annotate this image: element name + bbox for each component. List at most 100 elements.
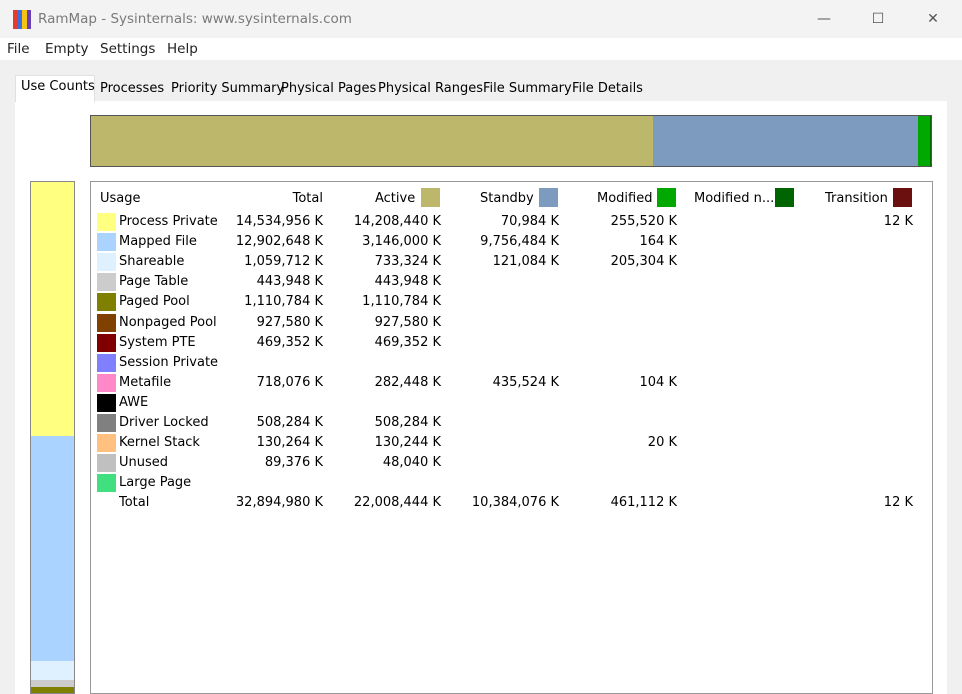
modified-color-swatch: [657, 188, 676, 207]
cell-transition: 12 K: [883, 214, 913, 229]
tab-physical-pages[interactable]: Physical Pages: [281, 81, 376, 96]
cell-active: 508,284 K: [374, 415, 441, 430]
cell-total: 927,580 K: [256, 314, 323, 330]
table-row[interactable]: Mapped File 12,902,648 K 3,146,000 K 9,756,…: [91, 232, 934, 252]
table-row[interactable]: Paged Pool 1,110,784 K 1,110,784 K: [91, 292, 934, 312]
usage-label: Metafile: [119, 374, 172, 390]
cell-total: 508,284 K: [256, 415, 323, 430]
usage-color-swatch: [97, 213, 116, 231]
active-color-swatch: [421, 188, 440, 207]
cell-active: 3,146,000 K: [362, 234, 441, 250]
usage-label: Mapped File: [119, 234, 197, 250]
menu-bar: File Empty Settings Help: [0, 38, 962, 60]
usage-color-swatch: [97, 313, 116, 332]
table-row[interactable]: Kernel Stack 130,264 K 130,244 K 20 K: [91, 433, 934, 453]
table-row[interactable]: Nonpaged Pool 927,580 K 927,580 K: [91, 313, 934, 333]
usage-color-swatch: [97, 454, 116, 473]
tab-use-counts[interactable]: Use Counts: [21, 79, 95, 94]
summary-segment-active: [91, 116, 653, 166]
tab-priority-summary[interactable]: Priority Summary: [171, 81, 284, 96]
summary-segment-standby: [652, 116, 919, 166]
cell-active: 14,208,440 K: [353, 214, 441, 229]
usage-color-swatch: [97, 353, 116, 372]
column-header-transition[interactable]: Transition: [825, 191, 888, 206]
usage-stacked-bar: [30, 181, 75, 694]
column-header-standby[interactable]: Standby: [480, 191, 534, 206]
rammap-window: RamMap - Sysinternals: www.sysinternals.…: [0, 0, 962, 694]
column-header-active[interactable]: Active: [375, 191, 415, 206]
cell-total: 89,376 K: [264, 455, 323, 471]
usage-label: Unused: [119, 455, 169, 471]
usage-color-swatch: [97, 293, 116, 312]
table-row[interactable]: Driver Locked 508,284 K 508,284 K: [91, 413, 934, 433]
cell-total: 1,110,784 K: [244, 294, 323, 310]
cell-standby: 121,084 K: [492, 254, 559, 270]
tab-file-summary[interactable]: File Summary: [483, 81, 572, 96]
table-row[interactable]: Process Private 14,534,956 K 14,208,440 K 7…: [91, 212, 934, 232]
column-header-modified[interactable]: Modified: [597, 191, 652, 206]
usage-label: Kernel Stack: [119, 435, 200, 451]
cell-modified: 104 K: [639, 374, 677, 390]
cell-total: 12,902,648 K: [235, 234, 323, 250]
usage-label: Total: [119, 495, 150, 511]
usage-color-swatch: [97, 434, 116, 453]
cell-total: 14,534,956 K: [235, 214, 323, 229]
table-row[interactable]: Session Private: [91, 353, 934, 373]
table-row[interactable]: Metafile 718,076 K 282,448 K 435,524 K 104 K: [91, 373, 934, 393]
usage-label: Nonpaged Pool: [119, 314, 217, 330]
column-header-modified-no-write[interactable]: Modified n...: [694, 191, 774, 206]
usage-label: Paged Pool: [119, 294, 190, 310]
cell-active: 927,580 K: [374, 314, 441, 330]
cell-total: 443,948 K: [256, 274, 323, 290]
cell-active: 1,110,784 K: [362, 294, 441, 310]
table-row[interactable]: Page Table 443,948 K 443,948 K: [91, 272, 934, 292]
tab-physical-ranges[interactable]: Physical Ranges: [378, 81, 483, 96]
cell-active: 48,040 K: [382, 455, 441, 471]
usage-color-swatch: [97, 474, 116, 493]
table-row[interactable]: Shareable 1,059,712 K 733,324 K 121,084 K 20…: [91, 252, 934, 272]
cell-active: 469,352 K: [374, 334, 441, 350]
summary-segment-modified: [918, 116, 931, 166]
usage-label: Shareable: [119, 254, 185, 270]
cell-modified: 164 K: [639, 234, 677, 250]
menu-help[interactable]: Help: [167, 41, 198, 57]
column-header-total[interactable]: Total: [201, 191, 323, 206]
cell-modified: 461,112 K: [610, 495, 677, 511]
tab-strip: Use Counts Processes Priority Summary Ph…: [0, 60, 962, 100]
window-title: RamMap - Sysinternals: www.sysinternals.…: [38, 11, 352, 27]
summary-segment-transition: [930, 116, 931, 166]
menu-empty[interactable]: Empty: [45, 41, 89, 57]
cell-standby: 435,524 K: [492, 374, 559, 390]
menu-file[interactable]: File: [7, 41, 30, 57]
table-row[interactable]: Unused 89,376 K 48,040 K: [91, 453, 934, 473]
tab-file-details[interactable]: File Details: [572, 81, 643, 96]
sidebar-segment-shareable: [31, 661, 74, 680]
cell-total: 1,059,712 K: [244, 254, 323, 270]
cell-active: 733,324 K: [374, 254, 441, 270]
table-row[interactable]: System PTE 469,352 K 469,352 K: [91, 333, 934, 353]
tab-processes[interactable]: Processes: [100, 81, 164, 96]
cell-standby: 9,756,484 K: [480, 234, 559, 250]
menu-settings[interactable]: Settings: [100, 41, 155, 57]
usage-label: AWE: [119, 394, 149, 410]
cell-total: 130,264 K: [256, 435, 323, 451]
usage-label: Large Page: [119, 475, 192, 491]
app-icon-stripe: [26, 10, 31, 29]
minimize-button[interactable]: —: [797, 0, 851, 38]
table-row[interactable]: AWE: [91, 393, 934, 413]
sidebar-segment-page-table: [31, 679, 74, 688]
close-button[interactable]: ✕: [906, 0, 960, 38]
standby-color-swatch: [539, 188, 558, 207]
table-row[interactable]: Large Page: [91, 473, 934, 493]
title-bar: RamMap - Sysinternals: www.sysinternals.…: [0, 0, 962, 38]
cell-total: 469,352 K: [256, 334, 323, 350]
column-header-usage[interactable]: Usage: [100, 191, 141, 206]
cell-standby: 70,984 K: [500, 214, 559, 229]
usage-label: Session Private: [119, 354, 219, 370]
maximize-button[interactable]: ☐: [851, 0, 905, 38]
cell-total: 32,894,980 K: [235, 495, 323, 511]
table-total-row[interactable]: Total 32,894,980 K 22,008,444 K 10,384,076 …: [91, 493, 934, 513]
usage-color-swatch: [97, 373, 116, 392]
cell-active: 443,948 K: [374, 274, 441, 290]
cell-active: 22,008,444 K: [353, 495, 441, 511]
